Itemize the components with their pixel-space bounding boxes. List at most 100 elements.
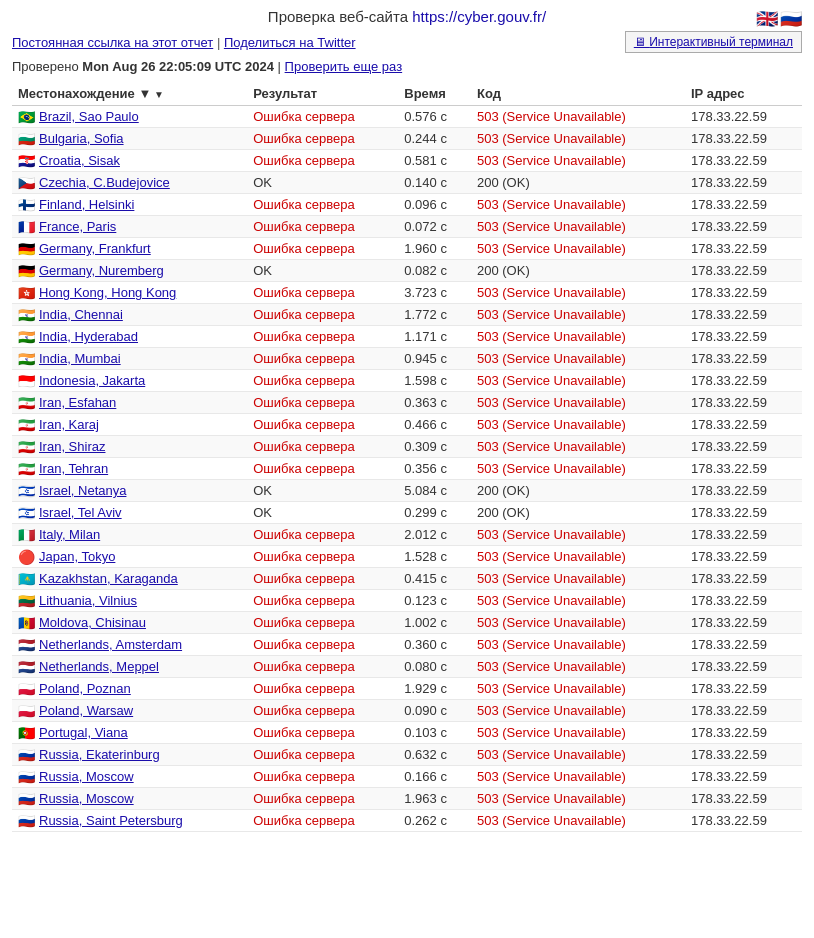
location-link[interactable]: Poland, Poznan <box>39 681 131 696</box>
twitter-share-link[interactable]: Поделиться на Twitter <box>224 35 356 50</box>
location-link[interactable]: Germany, Frankfurt <box>39 241 151 256</box>
table-row: 🔴Japan, TokyoОшибка сервера1.528 с503 (S… <box>12 546 802 568</box>
location-link[interactable]: Russia, Saint Petersburg <box>39 813 183 828</box>
location-link[interactable]: Lithuania, Vilnius <box>39 593 137 608</box>
result-cell: Ошибка сервера <box>247 656 398 678</box>
flag-icon: 🇫🇷 <box>18 220 35 234</box>
location-link[interactable]: India, Hyderabad <box>39 329 138 344</box>
result-cell: OK <box>247 480 398 502</box>
ip-cell: 178.33.22.59 <box>685 282 802 304</box>
table-row: 🇭🇰Hong Kong, Hong KongОшибка сервера3.72… <box>12 282 802 304</box>
location-link[interactable]: Finland, Helsinki <box>39 197 134 212</box>
table-row: 🇷🇺Russia, MoscowОшибка сервера1.963 с503… <box>12 788 802 810</box>
location-cell: 🇰🇿 Kazakhstan, Karaganda <box>12 568 247 590</box>
location-link[interactable]: Russia, Ekaterinburg <box>39 747 160 762</box>
time-cell: 1.929 с <box>398 678 471 700</box>
col-location[interactable]: Местонахождение ▼ <box>12 82 247 106</box>
table-row: 🇷🇺Russia, MoscowОшибка сервера0.166 с503… <box>12 766 802 788</box>
location-link[interactable]: Russia, Moscow <box>39 791 134 806</box>
separator: | <box>217 35 224 50</box>
location-link[interactable]: Russia, Moscow <box>39 769 134 784</box>
code-cell: 200 (OK) <box>471 502 685 524</box>
page-title: Проверка веб-сайта https://cyber.gouv.fr… <box>12 8 802 25</box>
time-cell: 0.632 с <box>398 744 471 766</box>
site-url-link[interactable]: https://cyber.gouv.fr/ <box>412 8 546 25</box>
ip-cell: 178.33.22.59 <box>685 348 802 370</box>
location-link[interactable]: Netherlands, Amsterdam <box>39 637 182 652</box>
flag-icon: 🇮🇷 <box>18 462 35 476</box>
result-cell: Ошибка сервера <box>247 194 398 216</box>
checked-info: Проверено Mon Aug 26 22:05:09 UTC 2024 |… <box>12 59 802 74</box>
time-cell: 0.080 с <box>398 656 471 678</box>
flag-icon: 🇳🇱 <box>18 638 35 652</box>
code-cell: 503 (Service Unavailable) <box>471 612 685 634</box>
interactive-terminal-button[interactable]: 🖥 Интерактивный терминал <box>625 31 802 53</box>
code-cell: 503 (Service Unavailable) <box>471 766 685 788</box>
location-link[interactable]: Iran, Tehran <box>39 461 108 476</box>
location-link[interactable]: Israel, Netanya <box>39 483 126 498</box>
result-cell: Ошибка сервера <box>247 282 398 304</box>
ip-cell: 178.33.22.59 <box>685 612 802 634</box>
flag-uk-icon[interactable]: 🇬🇧 <box>756 8 778 30</box>
code-cell: 503 (Service Unavailable) <box>471 590 685 612</box>
ip-cell: 178.33.22.59 <box>685 392 802 414</box>
ip-cell: 178.33.22.59 <box>685 370 802 392</box>
location-cell: 🇧🇷Brazil, Sao Paulo <box>12 106 247 128</box>
location-link[interactable]: Iran, Shiraz <box>39 439 105 454</box>
flag-icon: 🔴 <box>18 550 35 564</box>
table-row: 🇮🇹Italy, MilanОшибка сервера2.012 с503 (… <box>12 524 802 546</box>
time-cell: 1.963 с <box>398 788 471 810</box>
location-cell: 🇷🇺Russia, Moscow <box>12 766 247 788</box>
location-link[interactable]: Japan, Tokyo <box>39 549 115 564</box>
location-cell: 🇮🇷Iran, Shiraz <box>12 436 247 458</box>
location-link[interactable]: India, Chennai <box>39 307 123 322</box>
location-link[interactable]: Moldova, Chisinau <box>39 615 146 630</box>
lang-flags[interactable]: 🇬🇧 🇷🇺 <box>756 8 802 30</box>
location-cell: 🇳🇱Netherlands, Meppel <box>12 656 247 678</box>
location-link[interactable]: Italy, Milan <box>39 527 100 542</box>
result-cell: Ошибка сервера <box>247 590 398 612</box>
result-cell: Ошибка сервера <box>247 568 398 590</box>
code-cell: 503 (Service Unavailable) <box>471 414 685 436</box>
location-link[interactable]: Bulgaria, Sofia <box>39 131 124 146</box>
result-cell: Ошибка сервера <box>247 392 398 414</box>
code-cell: 503 (Service Unavailable) <box>471 348 685 370</box>
time-cell: 5.084 с <box>398 480 471 502</box>
location-link[interactable]: Czechia, C.Budejovice <box>39 175 170 190</box>
check-again-link[interactable]: Проверить еще раз <box>285 59 403 74</box>
location-link[interactable]: Israel, Tel Aviv <box>39 505 122 520</box>
flag-icon: 🇰🇿 <box>18 572 35 586</box>
flag-icon: 🇩🇪 <box>18 264 35 278</box>
flag-ru-icon[interactable]: 🇷🇺 <box>780 8 802 30</box>
location-link[interactable]: Germany, Nuremberg <box>39 263 164 278</box>
result-cell: Ошибка сервера <box>247 612 398 634</box>
interactive-terminal-wrapper: 🖥 Интерактивный терминал <box>625 31 802 53</box>
permanent-link[interactable]: Постоянная ссылка на этот отчет <box>12 35 213 50</box>
location-link[interactable]: Portugal, Viana <box>39 725 128 740</box>
location-link[interactable]: France, Paris <box>39 219 116 234</box>
location-link[interactable]: Netherlands, Meppel <box>39 659 159 674</box>
table-row: 🇮🇷Iran, TehranОшибка сервера0.356 с503 (… <box>12 458 802 480</box>
flag-icon: 🇮🇹 <box>18 528 35 542</box>
results-table: Местонахождение ▼ Результат Время Код IP… <box>12 82 802 832</box>
location-link[interactable]: Croatia, Sisak <box>39 153 120 168</box>
flag-icon: 🇷🇺 <box>18 792 35 806</box>
ip-cell: 178.33.22.59 <box>685 502 802 524</box>
code-cell: 503 (Service Unavailable) <box>471 722 685 744</box>
table-row: 🇷🇺Russia, Saint PetersburgОшибка сервера… <box>12 810 802 832</box>
location-link[interactable]: India, Mumbai <box>39 351 121 366</box>
ip-cell: 178.33.22.59 <box>685 458 802 480</box>
location-cell: 🇮🇹 Italy, Milan <box>12 524 247 546</box>
location-link[interactable]: Iran, Karaj <box>39 417 99 432</box>
location-cell: 🇮🇳India, Mumbai <box>12 348 247 370</box>
code-cell: 503 (Service Unavailable) <box>471 678 685 700</box>
location-link[interactable]: Poland, Warsaw <box>39 703 133 718</box>
location-link[interactable]: Kazakhstan, Karaganda <box>39 571 178 586</box>
location-link[interactable]: Brazil, Sao Paulo <box>39 109 139 124</box>
location-link[interactable]: Indonesia, Jakarta <box>39 373 145 388</box>
location-cell: 🇮🇷Iran, Karaj <box>12 414 247 436</box>
code-cell: 503 (Service Unavailable) <box>471 128 685 150</box>
location-link[interactable]: Hong Kong, Hong Kong <box>39 285 176 300</box>
location-link[interactable]: Iran, Esfahan <box>39 395 116 410</box>
table-body: 🇧🇷Brazil, Sao PauloОшибка сервера0.576 с… <box>12 106 802 832</box>
